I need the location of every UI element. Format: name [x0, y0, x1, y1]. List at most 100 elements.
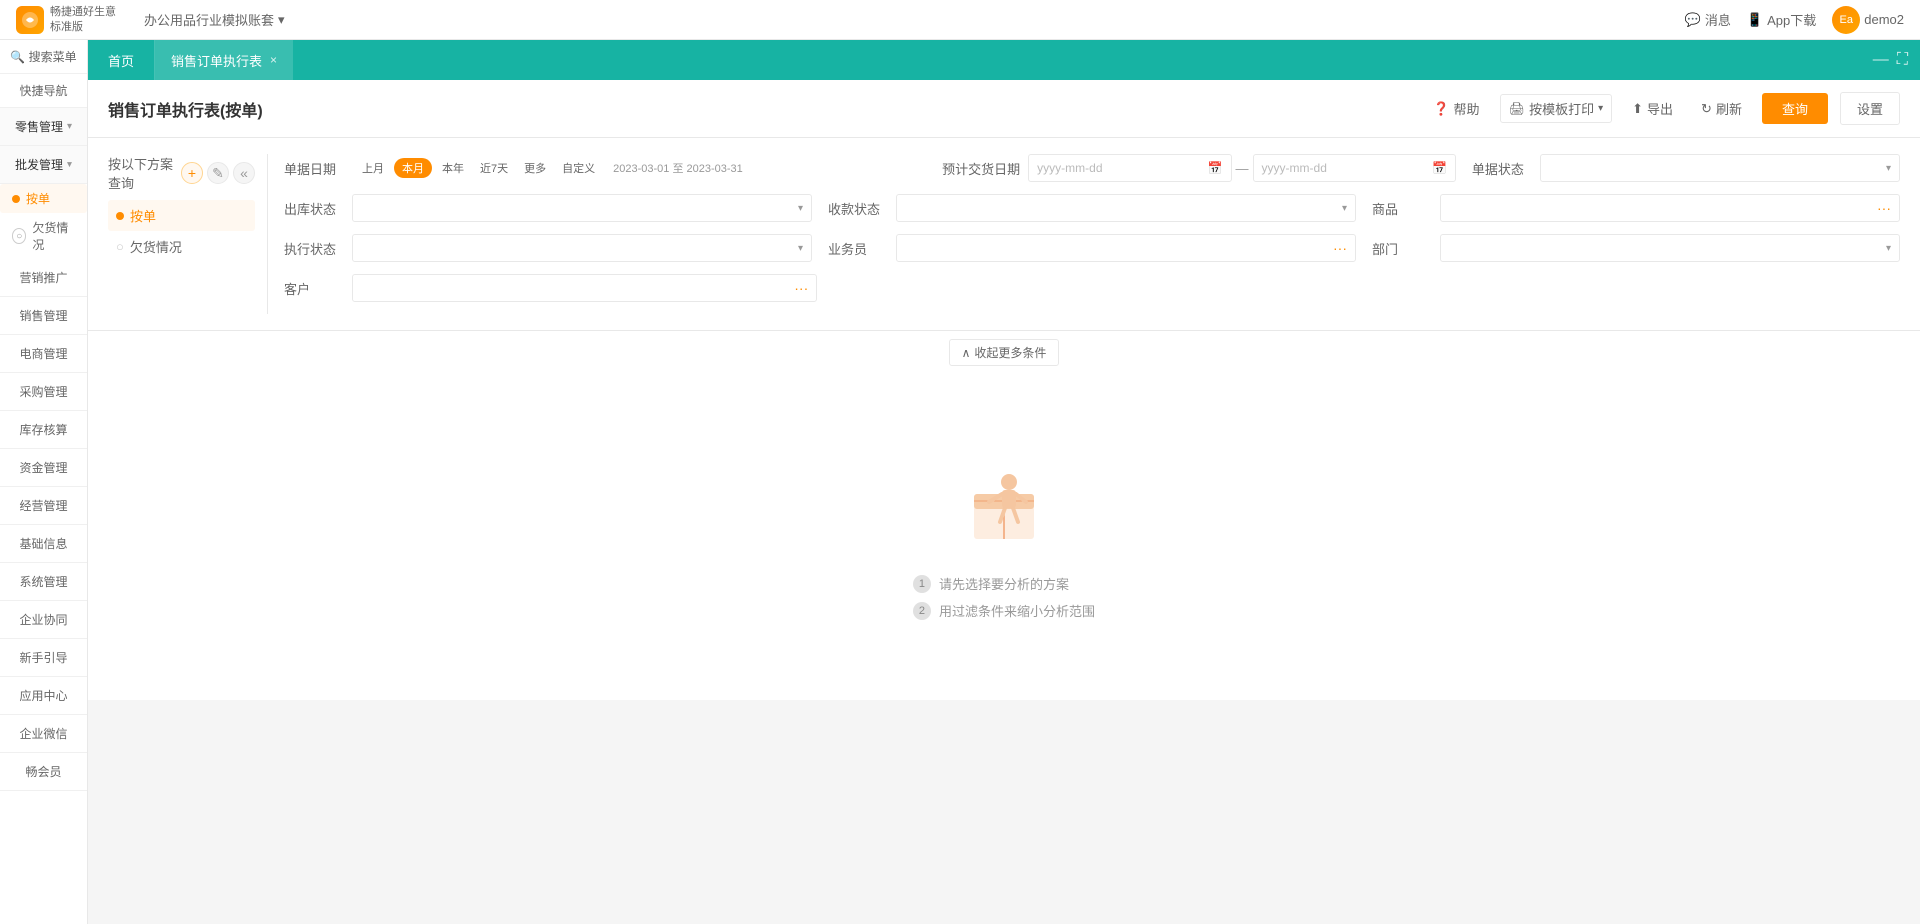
calendar-icon: 📅 [1208, 161, 1223, 175]
date-btn-more[interactable]: 更多 [518, 158, 552, 178]
exec-status-field: 执行状态 ▾ [284, 234, 812, 262]
sidebar-item-newbie[interactable]: 新手引导 [0, 639, 87, 677]
payment-status-select[interactable]: ▾ [896, 194, 1356, 222]
message-action[interactable]: 💬 消息 [1685, 10, 1731, 29]
date-btn-custom[interactable]: 自定义 [556, 158, 601, 178]
date-quick-btns: 上月 本月 本年 近7天 更多 自定义 [356, 158, 601, 178]
sidebar-item-marketing[interactable]: 营销推广 [0, 259, 87, 297]
empty-tips: 1 请先选择要分析的方案 2 用过滤条件来缩小分析范围 [913, 574, 1095, 620]
content-area: 首页 销售订单执行表 × — ⛶ 销售订单执行表(按单) ❓ 帮助 [88, 40, 1920, 924]
exec-status-chevron-icon: ▾ [798, 243, 803, 254]
avatar: Ea [1832, 6, 1860, 34]
filter-row-4: 客户 ··· [284, 274, 1900, 302]
filter-row-1: 单据日期 上月 本月 本年 近7天 更多 自定义 2023-03-01 至 20… [284, 154, 1900, 182]
sidebar-item-operation[interactable]: 经营管理 [0, 487, 87, 525]
sidebar-item-system[interactable]: 系统管理 [0, 563, 87, 601]
active-dot [116, 212, 124, 220]
goods-field: 商品 ··· [1372, 194, 1900, 222]
dept-chevron-icon: ▾ [1886, 243, 1891, 254]
debt-circle-icon: ○ [116, 239, 124, 254]
export-icon: ⬆ [1632, 101, 1643, 117]
refresh-button[interactable]: ↻ 刷新 [1693, 95, 1750, 122]
customer-field: 客户 ··· [284, 274, 817, 302]
app-download-action[interactable]: 📱 App下载 [1747, 10, 1816, 29]
sidebar-sub-debt[interactable]: ○ 欠货情况 [0, 213, 87, 259]
dept-label: 部门 [1372, 239, 1432, 258]
print-arrow-icon: ▾ [1598, 103, 1603, 114]
help-icon: ❓ [1433, 101, 1449, 117]
print-button[interactable]: 🖨 按模板打印 ▾ [1500, 94, 1613, 123]
date-btn-this-month[interactable]: 本月 [394, 158, 432, 178]
user-info[interactable]: Ea demo2 [1832, 6, 1904, 34]
filter-left-panel: 按以下方案查询 + ✎ « 按单 ○ 欠货情况 [108, 154, 268, 314]
sidebar-sub-order[interactable]: 按单 [0, 184, 87, 213]
download-icon: 📱 [1747, 12, 1763, 28]
add-schema-button[interactable]: + [181, 162, 203, 184]
help-button[interactable]: ❓ 帮助 [1425, 95, 1487, 122]
payment-status-chevron-icon: ▾ [1342, 203, 1347, 214]
search-icon: 🔍 [10, 50, 28, 64]
tab-home[interactable]: 首页 [88, 40, 155, 80]
out-status-select[interactable]: ▾ [352, 194, 812, 222]
tip-num-2: 2 [913, 602, 931, 620]
expected-date-range: yyyy-mm-dd 📅 — yyyy-mm-dd 📅 [1028, 154, 1456, 182]
sidebar-item-ecommerce[interactable]: 电商管理 [0, 335, 87, 373]
date-btn-7days[interactable]: 近7天 [474, 158, 514, 178]
expected-date-from[interactable]: yyyy-mm-dd 📅 [1028, 154, 1231, 182]
app-selector[interactable]: 办公用品行业模拟账套 ▾ [144, 10, 285, 29]
date-range-text: 2023-03-01 至 2023-03-31 [613, 160, 743, 176]
collapse-panel-button[interactable]: « [233, 162, 255, 184]
empty-illustration [954, 454, 1054, 554]
expected-date-field: 预计交货日期 yyyy-mm-dd 📅 — yyyy-mm-dd 📅 [942, 154, 1456, 182]
sidebar-item-retail[interactable]: 零售管理 ▾ [0, 108, 87, 146]
customer-more-icon: ··· [794, 280, 808, 296]
sidebar-item-sales[interactable]: 销售管理 [0, 297, 87, 335]
expected-date-label: 预计交货日期 [942, 159, 1020, 178]
schema-item-order[interactable]: 按单 [108, 200, 255, 231]
out-status-label: 出库状态 [284, 199, 344, 218]
status-label: 单据状态 [1472, 159, 1532, 178]
collapse-bar: ∧ 收起更多条件 [88, 330, 1920, 374]
schema-item-debt[interactable]: ○ 欠货情况 [108, 231, 255, 262]
status-select[interactable]: ▾ [1540, 154, 1900, 182]
export-button[interactable]: ⬆ 导出 [1624, 95, 1681, 122]
expected-date-to[interactable]: yyyy-mm-dd 📅 [1253, 154, 1456, 182]
customer-select[interactable]: ··· [352, 274, 817, 302]
goods-select[interactable]: ··· [1440, 194, 1900, 222]
sidebar-item-inventory[interactable]: 库存核算 [0, 411, 87, 449]
refresh-icon: ↻ [1701, 101, 1712, 117]
sidebar-item-wholesale[interactable]: 批发管理 ▴ [0, 146, 87, 184]
exec-status-select[interactable]: ▾ [352, 234, 812, 262]
header-right: 💬 消息 📱 App下载 Ea demo2 [1685, 6, 1904, 34]
sidebar-item-basic[interactable]: 基础信息 [0, 525, 87, 563]
filter-right-panel: 单据日期 上月 本月 本年 近7天 更多 自定义 2023-03-01 至 20… [268, 154, 1900, 314]
salesman-select[interactable]: ··· [896, 234, 1356, 262]
sidebar-item-quick-nav[interactable]: 快捷导航 [0, 74, 87, 108]
sidebar-item-enterprise[interactable]: 企业协同 [0, 601, 87, 639]
out-status-field: 出库状态 ▾ [284, 194, 812, 222]
salesman-field: 业务员 ··· [828, 234, 1356, 262]
chevron-down-icon: ▾ [278, 12, 285, 28]
expand-icon[interactable]: ⛶ [1897, 51, 1908, 69]
sidebar-item-appcenter[interactable]: 应用中心 [0, 677, 87, 715]
tab-sales-order[interactable]: 销售订单执行表 × [155, 40, 293, 80]
collapse-button[interactable]: ∧ 收起更多条件 [949, 339, 1060, 366]
sidebar-search[interactable]: 🔍 搜索菜单 [0, 40, 87, 74]
date-btn-this-year[interactable]: 本年 [436, 158, 470, 178]
sidebar-item-purchase[interactable]: 采购管理 [0, 373, 87, 411]
sidebar-item-finance[interactable]: 资金管理 [0, 449, 87, 487]
tab-close-icon[interactable]: × [270, 53, 277, 67]
page-header-actions: ❓ 帮助 🖨 按模板打印 ▾ ⬆ 导出 ↻ 刷新 [1425, 92, 1900, 125]
date-btn-last-month[interactable]: 上月 [356, 158, 390, 178]
dept-field: 部门 ▾ [1372, 234, 1900, 262]
minimize-icon[interactable]: — [1873, 51, 1889, 69]
edit-schema-button[interactable]: ✎ [207, 162, 229, 184]
sidebar-item-member[interactable]: 畅会员 [0, 753, 87, 791]
date-separator: — [1236, 161, 1249, 176]
query-button[interactable]: 查询 [1762, 93, 1828, 124]
settings-button[interactable]: 设置 [1840, 92, 1900, 125]
goods-label: 商品 [1372, 199, 1432, 218]
dept-select[interactable]: ▾ [1440, 234, 1900, 262]
page-header: 销售订单执行表(按单) ❓ 帮助 🖨 按模板打印 ▾ ⬆ 导出 [88, 80, 1920, 138]
sidebar-item-wechat[interactable]: 企业微信 [0, 715, 87, 753]
